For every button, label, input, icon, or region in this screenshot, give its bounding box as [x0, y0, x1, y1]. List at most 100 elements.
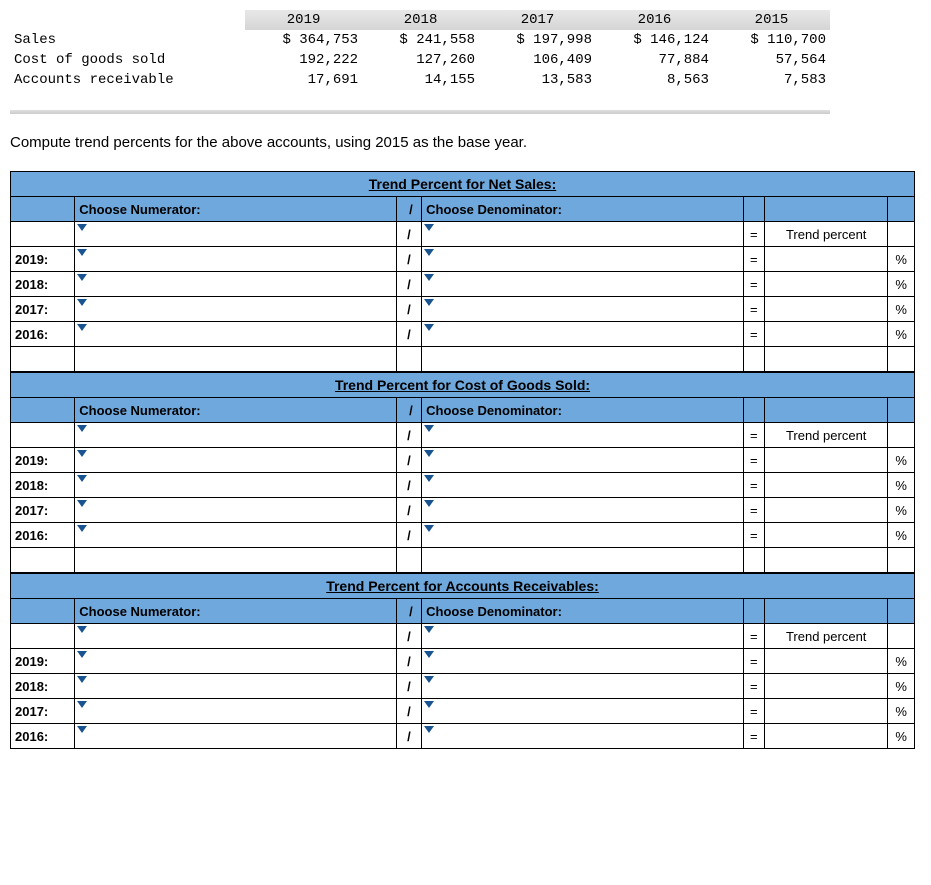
numerator-input[interactable]: [75, 724, 396, 749]
result-input[interactable]: [764, 498, 887, 523]
chevron-down-icon: [424, 500, 434, 507]
year-label: 2018:: [11, 473, 75, 498]
result-input[interactable]: [764, 473, 887, 498]
numerator-input[interactable]: [75, 272, 396, 297]
chevron-down-icon: [424, 651, 434, 658]
table-row: Cost of goods sold 192,222 127,260 106,4…: [10, 50, 830, 70]
chevron-down-icon: [77, 450, 87, 457]
trend-section-table: Trend Percent for Net Sales:Choose Numer…: [10, 171, 915, 372]
year-label: 2019:: [11, 649, 75, 674]
denominator-input[interactable]: [422, 247, 743, 272]
result-input[interactable]: [764, 724, 887, 749]
denominator-input[interactable]: [422, 322, 743, 347]
section-title: Trend Percent for Net Sales:: [11, 172, 915, 197]
trend-percent-label: Trend percent: [764, 423, 887, 448]
denominator-dropdown[interactable]: [422, 222, 743, 247]
year-label: 2017:: [11, 498, 75, 523]
numerator-input[interactable]: [75, 649, 396, 674]
numerator-input[interactable]: [75, 674, 396, 699]
chevron-down-icon: [77, 249, 87, 256]
chevron-down-icon: [424, 224, 434, 231]
chevron-down-icon: [424, 676, 434, 683]
year-label: 2017:: [11, 297, 75, 322]
numerator-input[interactable]: [75, 523, 396, 548]
result-input[interactable]: [764, 322, 887, 347]
denominator-input[interactable]: [422, 448, 743, 473]
denominator-input[interactable]: [422, 724, 743, 749]
choose-denominator-header: Choose Denominator:: [422, 197, 743, 222]
result-input[interactable]: [764, 448, 887, 473]
year-label: 2016:: [11, 523, 75, 548]
denominator-dropdown[interactable]: [422, 423, 743, 448]
year-label: 2019:: [11, 448, 75, 473]
denominator-dropdown[interactable]: [422, 624, 743, 649]
denominator-input[interactable]: [422, 674, 743, 699]
numerator-input[interactable]: [75, 448, 396, 473]
chevron-down-icon: [77, 425, 87, 432]
instruction-text: Compute trend percents for the above acc…: [10, 134, 921, 151]
result-input[interactable]: [764, 674, 887, 699]
result-input[interactable]: [764, 297, 887, 322]
col-header: 2015: [713, 10, 830, 30]
denominator-input[interactable]: [422, 699, 743, 724]
chevron-down-icon: [77, 274, 87, 281]
chevron-down-icon: [424, 475, 434, 482]
table-row: Accounts receivable 17,691 14,155 13,583…: [10, 70, 830, 90]
chevron-down-icon: [77, 651, 87, 658]
year-label: 2017:: [11, 699, 75, 724]
year-label: 2016:: [11, 724, 75, 749]
chevron-down-icon: [77, 224, 87, 231]
col-header: 2017: [479, 10, 596, 30]
choose-numerator-header: Choose Numerator:: [75, 197, 396, 222]
denominator-input[interactable]: [422, 649, 743, 674]
year-label: 2018:: [11, 674, 75, 699]
year-label: 2019:: [11, 247, 75, 272]
year-label: 2016:: [11, 322, 75, 347]
trend-percent-label: Trend percent: [764, 222, 887, 247]
numerator-input[interactable]: [75, 297, 396, 322]
denominator-input[interactable]: [422, 473, 743, 498]
numerator-dropdown[interactable]: [75, 624, 396, 649]
chevron-down-icon: [424, 726, 434, 733]
numerator-dropdown[interactable]: [75, 222, 396, 247]
numerator-input[interactable]: [75, 322, 396, 347]
col-header: 2019: [245, 10, 362, 30]
chevron-down-icon: [424, 425, 434, 432]
chevron-down-icon: [77, 525, 87, 532]
result-input[interactable]: [764, 649, 887, 674]
choose-numerator-header: Choose Numerator:: [75, 398, 396, 423]
numerator-input[interactable]: [75, 498, 396, 523]
year-label: 2018:: [11, 272, 75, 297]
chevron-down-icon: [77, 475, 87, 482]
chevron-down-icon: [424, 274, 434, 281]
col-header: 2018: [362, 10, 479, 30]
chevron-down-icon: [77, 626, 87, 633]
denominator-input[interactable]: [422, 297, 743, 322]
numerator-input[interactable]: [75, 699, 396, 724]
trend-section-table: Trend Percent for Accounts Receivables:C…: [10, 573, 915, 749]
numerator-input[interactable]: [75, 473, 396, 498]
result-input[interactable]: [764, 523, 887, 548]
section-title: Trend Percent for Cost of Goods Sold:: [11, 373, 915, 398]
result-input[interactable]: [764, 699, 887, 724]
denominator-input[interactable]: [422, 498, 743, 523]
result-input[interactable]: [764, 272, 887, 297]
result-input[interactable]: [764, 247, 887, 272]
section-title: Trend Percent for Accounts Receivables:: [11, 574, 915, 599]
chevron-down-icon: [424, 525, 434, 532]
denominator-input[interactable]: [422, 523, 743, 548]
chevron-down-icon: [77, 726, 87, 733]
table-row: Sales $ 364,753 $ 241,558 $ 197,998 $ 14…: [10, 30, 830, 50]
chevron-down-icon: [77, 701, 87, 708]
financial-data-table: 2019 2018 2017 2016 2015 Sales $ 364,753…: [10, 10, 830, 90]
numerator-dropdown[interactable]: [75, 423, 396, 448]
numerator-input[interactable]: [75, 247, 396, 272]
choose-denominator-header: Choose Denominator:: [422, 398, 743, 423]
denominator-input[interactable]: [422, 272, 743, 297]
chevron-down-icon: [424, 701, 434, 708]
chevron-down-icon: [424, 450, 434, 457]
choose-numerator-header: Choose Numerator:: [75, 599, 396, 624]
chevron-down-icon: [77, 324, 87, 331]
trend-percent-label: Trend percent: [764, 624, 887, 649]
chevron-down-icon: [424, 299, 434, 306]
